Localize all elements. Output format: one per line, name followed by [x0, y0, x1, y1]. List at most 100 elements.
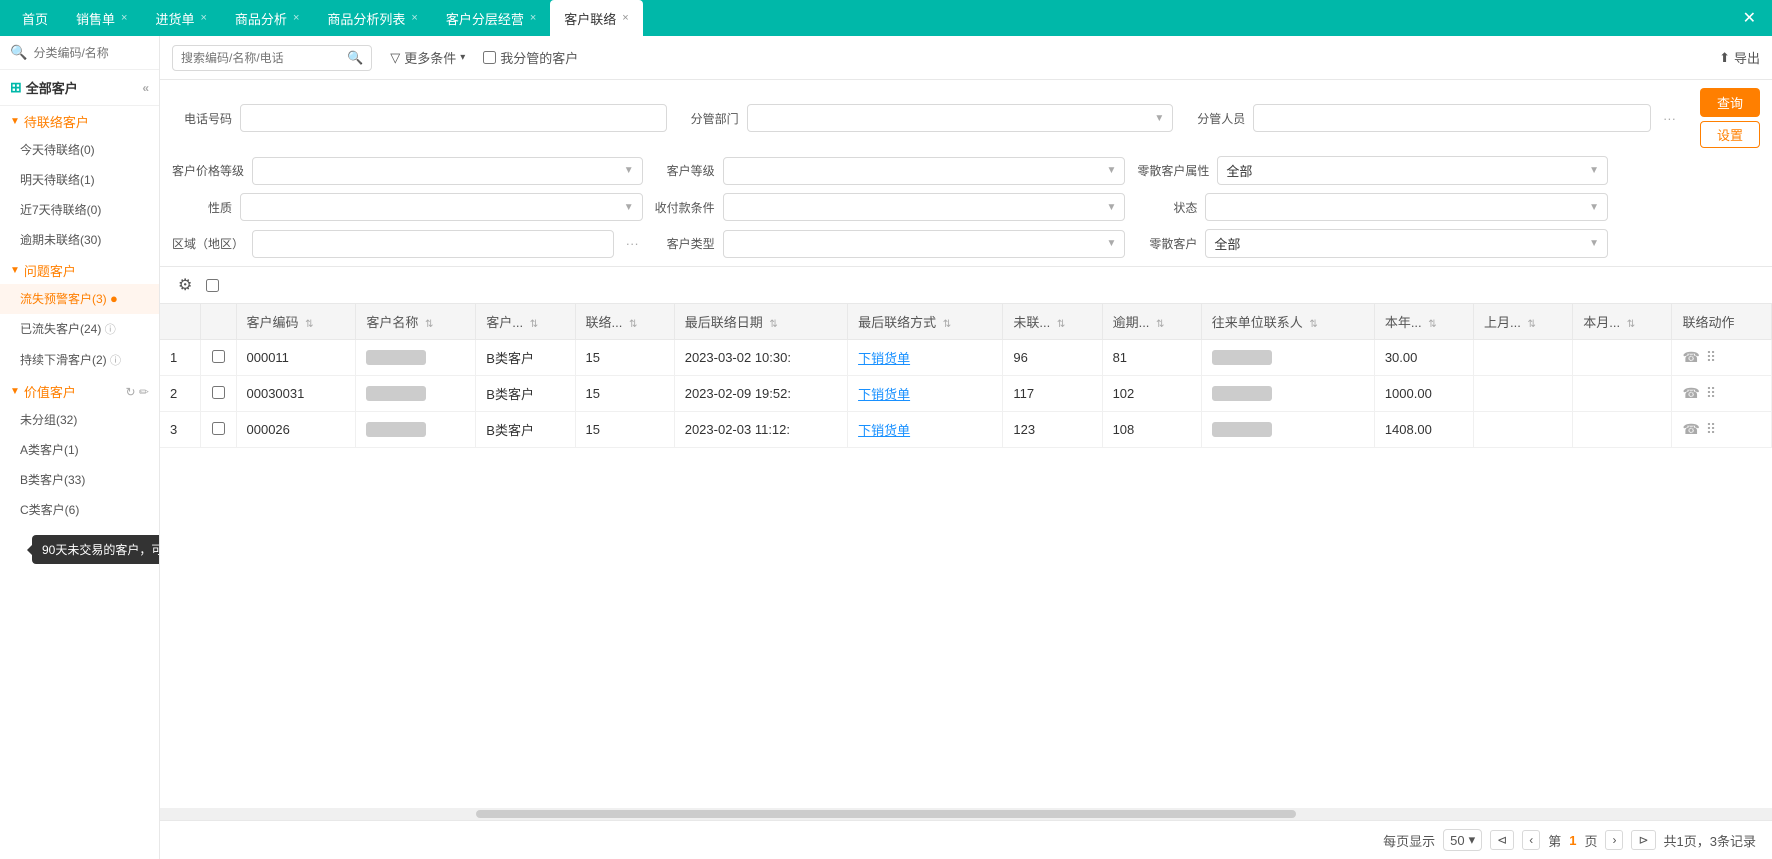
- tab-purchase[interactable]: 进货单 ×: [141, 0, 220, 36]
- col-uncontacted[interactable]: 未联... ⇅: [1003, 304, 1102, 340]
- sidebar-item-today[interactable]: 今天待联络(0): [0, 135, 159, 165]
- my-customers-checkbox[interactable]: [483, 51, 496, 64]
- cell-contact: 15: [575, 412, 674, 448]
- col-last-date[interactable]: 最后联络日期 ⇅: [674, 304, 847, 340]
- search-input[interactable]: [181, 51, 341, 65]
- method-link[interactable]: 下销货单: [858, 351, 910, 366]
- tab-product-analysis-list[interactable]: 商品分析列表 ×: [313, 0, 431, 36]
- prev-page-btn[interactable]: ‹: [1522, 830, 1540, 850]
- area-select[interactable]: [252, 230, 614, 258]
- sidebar-group-problem[interactable]: ▼ 问题客户 90天未交易的客户，可能有流失风险。: [0, 255, 159, 284]
- cell-checkbox[interactable]: [200, 376, 236, 412]
- sidebar-item-churn-warning[interactable]: 流失预警客户(3) ●: [0, 284, 159, 314]
- tab-purchase-close[interactable]: ×: [200, 12, 206, 24]
- tab-customer-contact[interactable]: 客户联络 ×: [550, 0, 642, 36]
- col-type[interactable]: 客户... ⇅: [476, 304, 575, 340]
- sidebar-item-overdue[interactable]: 逾期未联络(30): [0, 225, 159, 255]
- filter-row-1: 电话号码 分管部门 ▼ 分管人员 ···: [172, 88, 1760, 148]
- page-size-select[interactable]: 50 ▾: [1443, 829, 1482, 851]
- more-action-icon[interactable]: ⠿: [1706, 421, 1716, 438]
- col-this-year[interactable]: 本年... ⇅: [1374, 304, 1473, 340]
- contact-icon[interactable]: ☎: [1682, 385, 1699, 402]
- tab-product-analysis-close[interactable]: ×: [293, 12, 299, 24]
- col-last-method[interactable]: 最后联络方式 ⇅: [848, 304, 1003, 340]
- retail-attr-select[interactable]: 全部 ▼: [1217, 156, 1608, 185]
- my-customers-check[interactable]: 我分管的客户: [483, 48, 578, 67]
- row-checkbox-1[interactable]: [212, 386, 225, 399]
- sidebar-item-declining[interactable]: 持续下滑客户(2) ⓘ: [0, 345, 159, 376]
- tab-product-analysis[interactable]: 商品分析 ×: [221, 0, 313, 36]
- cell-type: B类客户: [476, 412, 575, 448]
- scrollbar-thumb[interactable]: [476, 810, 1296, 818]
- sidebar-item-week[interactable]: 近7天待联络(0): [0, 195, 159, 225]
- col-overdue[interactable]: 逾期... ⇅: [1102, 304, 1201, 340]
- more-conditions-btn[interactable]: ▽ 更多条件 ▾: [382, 44, 473, 71]
- manager-select[interactable]: [1253, 104, 1651, 132]
- retail-customer-select[interactable]: 全部 ▼: [1205, 229, 1608, 258]
- tab-sales-close[interactable]: ×: [121, 12, 127, 24]
- col-code[interactable]: 客户编码 ⇅: [236, 304, 356, 340]
- tab-sales[interactable]: 销售单 ×: [62, 0, 141, 36]
- customer-level-select[interactable]: ▼: [723, 157, 1126, 185]
- table-settings-icon[interactable]: ⚙: [172, 273, 198, 297]
- sidebar-group-value[interactable]: ▼ 价值客户 ↻ ✏: [0, 376, 159, 405]
- sidebar-item-a-class[interactable]: A类客户(1): [0, 435, 159, 465]
- price-level-select[interactable]: ▼: [252, 157, 643, 185]
- last-page-btn[interactable]: ⊳: [1631, 830, 1655, 850]
- cell-last-method[interactable]: 下销货单: [848, 412, 1003, 448]
- settings-button[interactable]: 设置: [1700, 121, 1760, 148]
- select-all-checkbox[interactable]: [206, 279, 219, 292]
- sidebar-item-ungrouped[interactable]: 未分组(32): [0, 405, 159, 435]
- row-checkbox-2[interactable]: [212, 422, 225, 435]
- data-table-container: 客户编码 ⇅ 客户名称 ⇅ 客户... ⇅ 联络... ⇅ 最后联络日期 ⇅ 最…: [160, 304, 1772, 808]
- sort-lmonth-icon: ⇅: [1527, 319, 1535, 330]
- query-button[interactable]: 查询: [1700, 88, 1760, 117]
- cell-last-method[interactable]: 下销货单: [848, 340, 1003, 376]
- cell-this-month: [1573, 412, 1672, 448]
- more-action-icon[interactable]: ⠿: [1706, 385, 1716, 402]
- customer-type-select[interactable]: ▼: [723, 230, 1126, 258]
- col-last-month[interactable]: 上月... ⇅: [1474, 304, 1573, 340]
- total-info: 共1页，3条记录: [1664, 831, 1756, 850]
- export-btn[interactable]: ⬆ 导出: [1719, 48, 1760, 67]
- tab-customer-contact-close[interactable]: ×: [622, 12, 628, 24]
- cell-overdue: 102: [1102, 376, 1201, 412]
- sidebar-group-pending[interactable]: ▼ 待联络客户: [0, 106, 159, 135]
- col-this-month[interactable]: 本月... ⇅: [1573, 304, 1672, 340]
- tab-home[interactable]: 首页: [8, 0, 62, 36]
- tab-product-analysis-list-close[interactable]: ×: [411, 12, 417, 24]
- cell-code: 00030031: [236, 376, 356, 412]
- area-more-dots[interactable]: ···: [622, 236, 643, 251]
- phone-input[interactable]: [240, 104, 667, 132]
- contact-icon[interactable]: ☎: [1682, 349, 1699, 366]
- cell-checkbox[interactable]: [200, 412, 236, 448]
- window-close-button[interactable]: ✕: [1735, 8, 1764, 28]
- dept-select[interactable]: ▼: [747, 104, 1174, 132]
- sidebar-search-input[interactable]: [33, 46, 149, 60]
- sidebar-all-customers[interactable]: ⊞ 全部客户 «: [0, 70, 159, 106]
- more-dots[interactable]: ···: [1659, 111, 1680, 126]
- next-page-btn[interactable]: ›: [1605, 830, 1623, 850]
- tab-customer-layer[interactable]: 客户分层经营 ×: [432, 0, 550, 36]
- row-checkbox-0[interactable]: [212, 350, 225, 363]
- col-name[interactable]: 客户名称 ⇅: [356, 304, 476, 340]
- sidebar-item-tomorrow[interactable]: 明天待联络(1): [0, 165, 159, 195]
- contact-icon[interactable]: ☎: [1682, 421, 1699, 438]
- col-contact[interactable]: 联络... ⇅: [575, 304, 674, 340]
- chevron-down-icon: ▾: [460, 52, 465, 63]
- cell-checkbox[interactable]: [200, 340, 236, 376]
- first-page-btn[interactable]: ⊲: [1490, 830, 1514, 850]
- col-unit-contact[interactable]: 往来单位联系人 ⇅: [1201, 304, 1374, 340]
- sidebar-item-churned[interactable]: 已流失客户(24) ⓘ: [0, 314, 159, 345]
- payment-select[interactable]: ▼: [723, 193, 1126, 221]
- method-link[interactable]: 下销货单: [858, 387, 910, 402]
- more-action-icon[interactable]: ⠿: [1706, 349, 1716, 366]
- tab-customer-layer-close[interactable]: ×: [530, 12, 536, 24]
- gender-select[interactable]: ▼: [240, 193, 643, 221]
- status-select[interactable]: ▼: [1205, 193, 1608, 221]
- horizontal-scrollbar[interactable]: [160, 808, 1772, 820]
- method-link[interactable]: 下销货单: [858, 423, 910, 438]
- sidebar-item-b-class[interactable]: B类客户(33): [0, 465, 159, 495]
- cell-last-method[interactable]: 下销货单: [848, 376, 1003, 412]
- sidebar-item-c-class[interactable]: C类客户(6): [0, 495, 159, 525]
